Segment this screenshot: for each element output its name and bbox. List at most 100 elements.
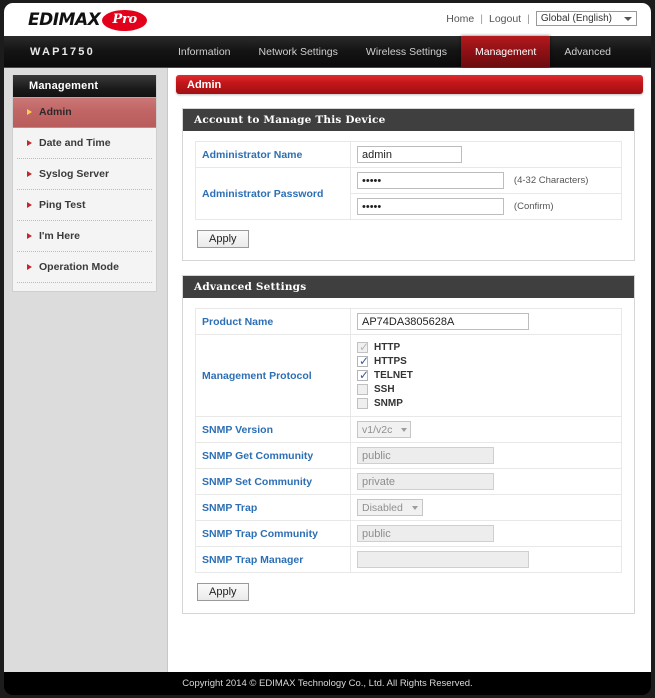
- nav-tab-network-settings[interactable]: Network Settings: [245, 36, 352, 67]
- snmp-get-community-input[interactable]: public: [357, 447, 494, 464]
- product-name-label: Product Name: [195, 308, 351, 335]
- chevron-right-icon: [27, 140, 32, 146]
- table-row: SNMP Set Community private: [195, 468, 622, 495]
- apply-button-advanced[interactable]: Apply: [197, 583, 249, 601]
- protocol-label-http: HTTP: [374, 342, 401, 353]
- account-panel-body: Administrator Name admin Administrator P…: [183, 131, 634, 260]
- administrator-password-confirm-hint: (Confirm): [513, 201, 554, 212]
- snmp-trap-manager-cell: [350, 546, 622, 573]
- sidebar: Management Admin Date and Time Syslog Se…: [12, 75, 157, 292]
- language-select[interactable]: Global (English): [535, 11, 637, 26]
- protocol-row-telnet[interactable]: ✓ TELNET: [357, 369, 615, 381]
- checkbox-snmp[interactable]: [357, 398, 368, 409]
- apply-button-account[interactable]: Apply: [197, 230, 249, 248]
- footer: Copyright 2014 © EDIMAX Technology Co., …: [4, 672, 651, 695]
- table-row: Administrator Name admin: [195, 141, 622, 168]
- nav-tab-wireless-settings[interactable]: Wireless Settings: [352, 36, 461, 67]
- checkbox-https[interactable]: ✓: [357, 354, 370, 368]
- sidebar-item-label: Ping Test: [39, 199, 86, 211]
- account-panel: Account to Manage This Device Administra…: [182, 108, 635, 261]
- snmp-trap-manager-input[interactable]: [357, 551, 529, 568]
- snmp-trap-value: Disabled: [362, 501, 403, 514]
- logout-link[interactable]: Logout: [489, 13, 521, 25]
- language-select-value: Global (English): [540, 13, 612, 24]
- snmp-set-community-cell: private: [350, 468, 622, 495]
- chevron-right-icon: [27, 202, 32, 208]
- protocol-row-ssh[interactable]: SSH: [357, 384, 615, 395]
- protocol-label-https: HTTPS: [374, 356, 407, 367]
- snmp-trap-community-label: SNMP Trap Community: [195, 520, 351, 547]
- administrator-password-confirm-input[interactable]: •••••: [357, 198, 504, 215]
- advanced-panel: Advanced Settings Product Name AP74DA380…: [182, 275, 635, 614]
- chevron-right-icon: [27, 171, 32, 177]
- chevron-down-icon: [624, 16, 632, 21]
- product-name-cell: AP74DA3805628A: [350, 308, 622, 335]
- sidebar-item-label: Syslog Server: [39, 168, 110, 180]
- chevron-down-icon: [412, 505, 418, 510]
- sidebar-item-admin[interactable]: Admin: [13, 97, 156, 128]
- top-right-controls: Home | Logout | Global (English): [446, 11, 637, 26]
- nav-tab-advanced[interactable]: Advanced: [550, 36, 625, 67]
- snmp-get-community-cell: public: [350, 442, 622, 469]
- main-navigation: WAP1750 Information Network Settings Wir…: [4, 36, 651, 68]
- table-row: SNMP Version v1/v2c: [195, 416, 622, 443]
- snmp-trap-community-cell: public: [350, 520, 622, 547]
- administrator-password-hint: (4-32 Characters): [513, 175, 589, 186]
- snmp-set-community-input[interactable]: private: [357, 473, 494, 490]
- administrator-name-cell: admin: [350, 141, 622, 168]
- administrator-password-input[interactable]: •••••: [357, 172, 504, 189]
- table-row: Management Protocol ✓ HTTP ✓ HTTPS ✓ TEL…: [195, 334, 622, 417]
- snmp-version-value: v1/v2c: [362, 423, 393, 436]
- management-protocol-cell: ✓ HTTP ✓ HTTPS ✓ TELNET SSH SNMP: [350, 334, 622, 417]
- checkbox-telnet[interactable]: ✓: [357, 369, 369, 381]
- table-row: Product Name AP74DA3805628A: [195, 308, 622, 335]
- table-row: Administrator Password ••••• (4-32 Chara…: [195, 167, 622, 220]
- nav-tab-management[interactable]: Management: [461, 36, 551, 67]
- snmp-trap-manager-label: SNMP Trap Manager: [195, 546, 351, 573]
- protocol-row-https[interactable]: ✓ HTTPS: [357, 354, 615, 368]
- page-title: Admin: [176, 75, 643, 94]
- advanced-panel-body: Product Name AP74DA3805628A Management P…: [183, 298, 634, 613]
- sidebar-item-label: Operation Mode: [39, 261, 119, 273]
- sidebar-item-date-and-time[interactable]: Date and Time: [17, 128, 152, 159]
- snmp-set-community-label: SNMP Set Community: [195, 468, 351, 495]
- snmp-version-select[interactable]: v1/v2c: [357, 421, 411, 438]
- snmp-version-cell: v1/v2c: [350, 416, 622, 443]
- logo-pro-text: Pro: [112, 11, 138, 27]
- nav-tab-information[interactable]: Information: [164, 36, 245, 67]
- table-row: SNMP Trap Disabled: [195, 494, 622, 521]
- snmp-trap-select[interactable]: Disabled: [357, 499, 423, 516]
- administrator-password-confirm-cell: ••••• (Confirm): [350, 193, 622, 220]
- device-model-label: WAP1750: [30, 45, 95, 58]
- snmp-trap-community-input[interactable]: public: [357, 525, 494, 542]
- administrator-name-input[interactable]: admin: [357, 146, 462, 163]
- protocol-label-telnet: TELNET: [374, 370, 413, 381]
- account-form-table: Administrator Name admin Administrator P…: [195, 141, 622, 220]
- protocol-label-snmp: SNMP: [374, 398, 403, 409]
- chevron-right-icon: [27, 109, 32, 115]
- check-icon: ✓: [359, 354, 370, 368]
- top-header-bar: EDIMAX Pro Home | Logout | Global (Engli…: [4, 3, 651, 36]
- account-panel-heading: Account to Manage This Device: [183, 109, 634, 131]
- product-name-input[interactable]: AP74DA3805628A: [357, 313, 529, 330]
- protocol-row-snmp[interactable]: SNMP: [357, 398, 615, 409]
- router-admin-page: EDIMAX Pro Home | Logout | Global (Engli…: [0, 0, 655, 698]
- sidebar-item-syslog-server[interactable]: Syslog Server: [17, 159, 152, 190]
- administrator-name-label: Administrator Name: [195, 141, 351, 168]
- snmp-version-label: SNMP Version: [195, 416, 351, 443]
- check-icon: ✓: [359, 340, 370, 354]
- edimax-logo: EDIMAX Pro: [28, 9, 148, 31]
- advanced-panel-heading: Advanced Settings: [183, 276, 634, 298]
- sidebar-item-ping-test[interactable]: Ping Test: [17, 190, 152, 221]
- table-row: SNMP Trap Manager: [195, 546, 622, 573]
- logo-wordmark: EDIMAX: [28, 10, 101, 30]
- checkbox-ssh[interactable]: [357, 384, 368, 395]
- sidebar-item-im-here[interactable]: I'm Here: [17, 221, 152, 252]
- chevron-right-icon: [27, 264, 32, 270]
- management-protocol-label: Management Protocol: [195, 334, 351, 417]
- home-link[interactable]: Home: [446, 13, 474, 25]
- checkbox-http[interactable]: ✓: [357, 340, 370, 354]
- protocol-row-http[interactable]: ✓ HTTP: [357, 340, 615, 354]
- sidebar-item-operation-mode[interactable]: Operation Mode: [17, 252, 152, 283]
- sidebar-item-label: Date and Time: [39, 137, 111, 149]
